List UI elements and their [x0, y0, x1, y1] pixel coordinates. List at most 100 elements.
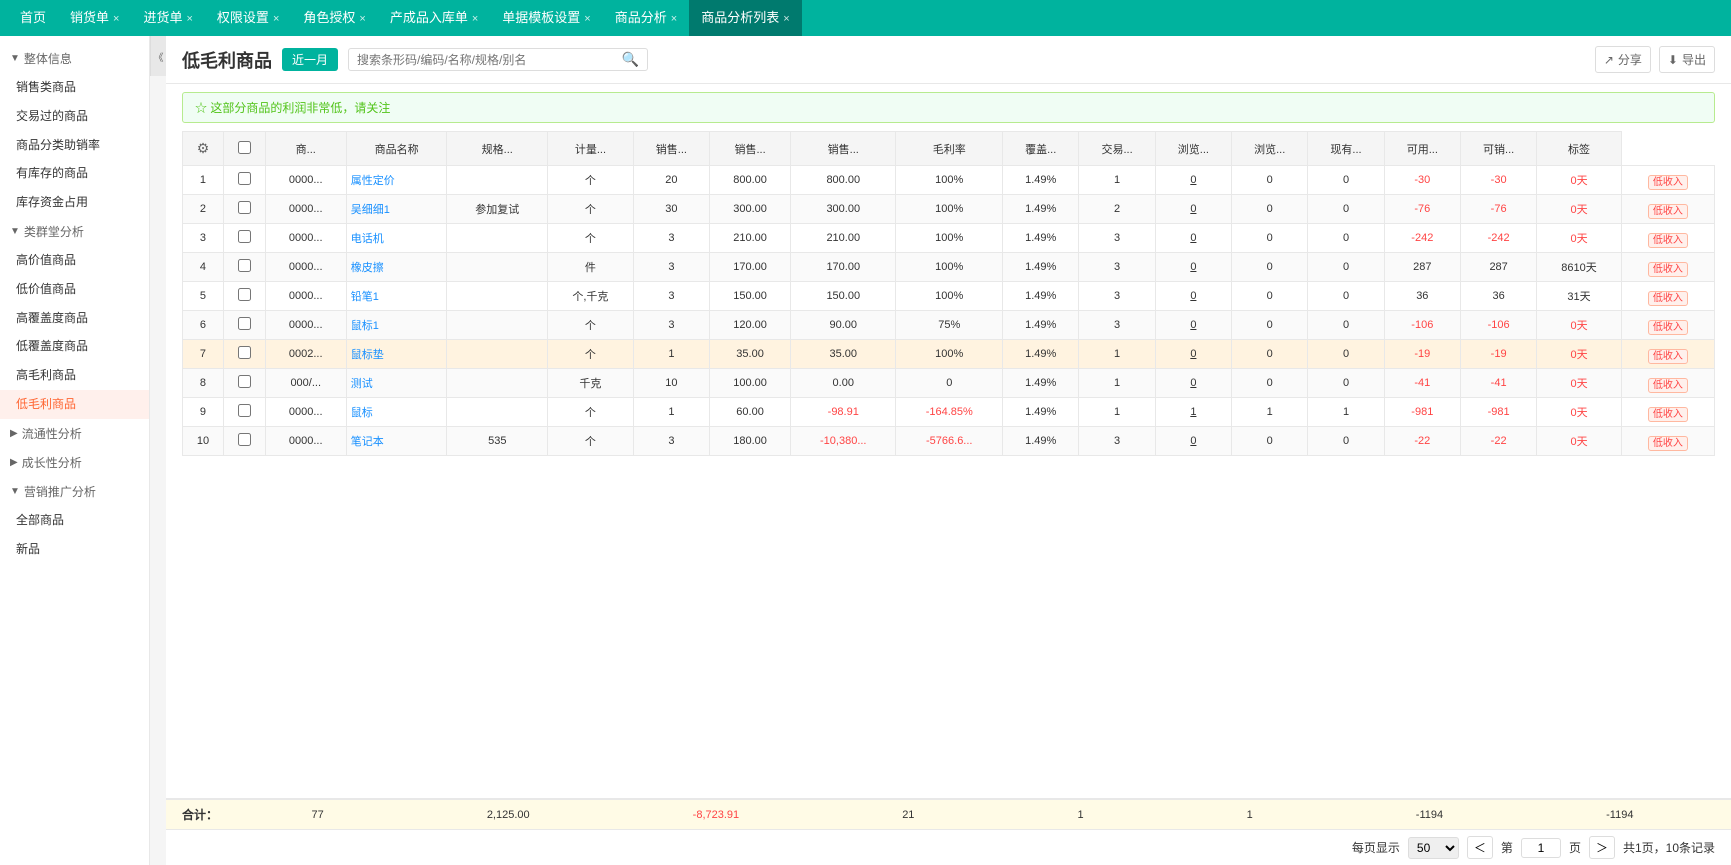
- sidebar-group-marketing[interactable]: ▼ 营销推广分析: [0, 477, 149, 506]
- row-checkbox[interactable]: [223, 427, 265, 456]
- nav-purchase[interactable]: 进货单×: [131, 0, 204, 36]
- row-trade[interactable]: 0: [1155, 195, 1231, 224]
- col-code[interactable]: 商...: [265, 132, 346, 166]
- row-trade[interactable]: 0: [1155, 369, 1231, 398]
- row-name[interactable]: 铅笔1: [346, 282, 447, 311]
- page-input[interactable]: [1521, 838, 1561, 858]
- row-select-checkbox[interactable]: [238, 404, 251, 417]
- search-icon[interactable]: 🔍: [622, 51, 639, 68]
- sidebar-group-growth[interactable]: ▶ 成长性分析: [0, 448, 149, 477]
- prev-page-button[interactable]: ＜: [1467, 836, 1493, 859]
- sidebar-item-low-value[interactable]: 低价值商品: [0, 275, 149, 304]
- row-name[interactable]: 属性定价: [346, 166, 447, 195]
- col-qty[interactable]: 销售...: [633, 132, 709, 166]
- sidebar-item-high-coverage[interactable]: 高覆盖度商品: [0, 304, 149, 333]
- row-name[interactable]: 测试: [346, 369, 447, 398]
- row-checkbox[interactable]: [223, 195, 265, 224]
- nav-analysis[interactable]: 商品分析×: [603, 0, 689, 36]
- row-select-checkbox[interactable]: [238, 317, 251, 330]
- col-browse1[interactable]: 浏览...: [1155, 132, 1231, 166]
- row-select-checkbox[interactable]: [238, 230, 251, 243]
- row-trade[interactable]: 0: [1155, 282, 1231, 311]
- row-select-checkbox[interactable]: [238, 201, 251, 214]
- close-icon[interactable]: ×: [359, 13, 365, 25]
- close-icon[interactable]: ×: [671, 13, 677, 25]
- row-checkbox[interactable]: [223, 311, 265, 340]
- row-checkbox[interactable]: [223, 224, 265, 253]
- close-icon[interactable]: ×: [273, 13, 279, 25]
- close-icon[interactable]: ×: [584, 13, 590, 25]
- row-select-checkbox[interactable]: [238, 259, 251, 272]
- close-icon[interactable]: ×: [113, 13, 119, 25]
- sidebar-item-in-stock[interactable]: 有库存的商品: [0, 159, 149, 188]
- sidebar-group-circulation[interactable]: ▶ 流通性分析: [0, 419, 149, 448]
- nav-analysis-list[interactable]: 商品分析列表×: [689, 0, 801, 36]
- next-page-button[interactable]: ＞: [1589, 836, 1615, 859]
- sidebar-item-high-value[interactable]: 高价值商品: [0, 246, 149, 275]
- row-trade[interactable]: 1: [1155, 398, 1231, 427]
- row-checkbox[interactable]: [223, 253, 265, 282]
- export-button[interactable]: ⬇ 导出: [1659, 46, 1715, 73]
- nav-roles[interactable]: 角色授权×: [291, 0, 377, 36]
- col-spec[interactable]: 规格...: [447, 132, 548, 166]
- sidebar-item-capital[interactable]: 库存资金占用: [0, 188, 149, 217]
- row-select-checkbox[interactable]: [238, 288, 251, 301]
- col-amount[interactable]: 销售...: [710, 132, 791, 166]
- row-name[interactable]: 吴细细1: [346, 195, 447, 224]
- sidebar-item-low-gross[interactable]: 低毛利商品: [0, 390, 149, 419]
- search-input[interactable]: [357, 53, 622, 67]
- row-checkbox[interactable]: [223, 340, 265, 369]
- col-available[interactable]: 可用...: [1384, 132, 1460, 166]
- col-gross[interactable]: 毛利率: [896, 132, 1003, 166]
- sidebar-group-overall[interactable]: ▼ 整体信息: [0, 44, 149, 73]
- sidebar-item-low-coverage[interactable]: 低覆盖度商品: [0, 332, 149, 361]
- sidebar-item-sales-products[interactable]: 销售类商品: [0, 73, 149, 102]
- share-button[interactable]: ↗ 分享: [1595, 46, 1651, 73]
- sidebar-collapse-button[interactable]: 《: [150, 36, 166, 76]
- nav-permissions[interactable]: 权限设置×: [205, 0, 291, 36]
- row-trade[interactable]: 0: [1155, 311, 1231, 340]
- row-checkbox[interactable]: [223, 166, 265, 195]
- row-trade[interactable]: 0: [1155, 253, 1231, 282]
- row-name[interactable]: 笔记本: [346, 427, 447, 456]
- sidebar-group-cluster[interactable]: ▼ 类群堂分析: [0, 217, 149, 246]
- col-settings[interactable]: ⚙: [183, 132, 224, 166]
- row-name[interactable]: 橡皮擦: [346, 253, 447, 282]
- row-checkbox[interactable]: [223, 282, 265, 311]
- sidebar-item-traded[interactable]: 交易过的商品: [0, 102, 149, 131]
- row-trade[interactable]: 0: [1155, 427, 1231, 456]
- col-salable[interactable]: 可销...: [1460, 132, 1536, 166]
- row-select-checkbox[interactable]: [238, 433, 251, 446]
- row-name[interactable]: 电话机: [346, 224, 447, 253]
- row-checkbox[interactable]: [223, 369, 265, 398]
- sidebar-item-all-products[interactable]: 全部商品: [0, 506, 149, 535]
- row-select-checkbox[interactable]: [238, 375, 251, 388]
- sidebar-item-new-products[interactable]: 新品: [0, 535, 149, 564]
- col-cost[interactable]: 销售...: [791, 132, 896, 166]
- col-trade[interactable]: 交易...: [1079, 132, 1155, 166]
- row-checkbox[interactable]: [223, 398, 265, 427]
- row-name[interactable]: 鼠标垫: [346, 340, 447, 369]
- sidebar-item-category-rate[interactable]: 商品分类助销率: [0, 131, 149, 160]
- row-trade[interactable]: 0: [1155, 340, 1231, 369]
- page-size-select[interactable]: 20 50 100: [1408, 837, 1459, 859]
- row-trade[interactable]: 0: [1155, 166, 1231, 195]
- row-name[interactable]: 鼠标1: [346, 311, 447, 340]
- row-select-checkbox[interactable]: [238, 172, 251, 185]
- col-unit[interactable]: 计量...: [548, 132, 634, 166]
- nav-sales[interactable]: 销货单×: [58, 0, 131, 36]
- col-browse2[interactable]: 浏览...: [1232, 132, 1308, 166]
- time-filter-button[interactable]: 近一月: [282, 48, 338, 71]
- close-icon[interactable]: ×: [472, 13, 478, 25]
- table-container[interactable]: ⚙ 商... 商品名称 规格... 计量... 销售... 销售... 销售..…: [166, 131, 1731, 798]
- nav-template[interactable]: 单据模板设置×: [490, 0, 602, 36]
- nav-products[interactable]: 产成品入库单×: [378, 0, 490, 36]
- col-tag[interactable]: 标签: [1537, 132, 1622, 166]
- row-name[interactable]: 鼠标: [346, 398, 447, 427]
- col-coverage[interactable]: 覆盖...: [1003, 132, 1079, 166]
- select-all-checkbox[interactable]: [238, 141, 251, 154]
- close-icon[interactable]: ×: [783, 13, 789, 25]
- row-select-checkbox[interactable]: [238, 346, 251, 359]
- sidebar-item-high-gross[interactable]: 高毛利商品: [0, 361, 149, 390]
- close-icon[interactable]: ×: [186, 13, 192, 25]
